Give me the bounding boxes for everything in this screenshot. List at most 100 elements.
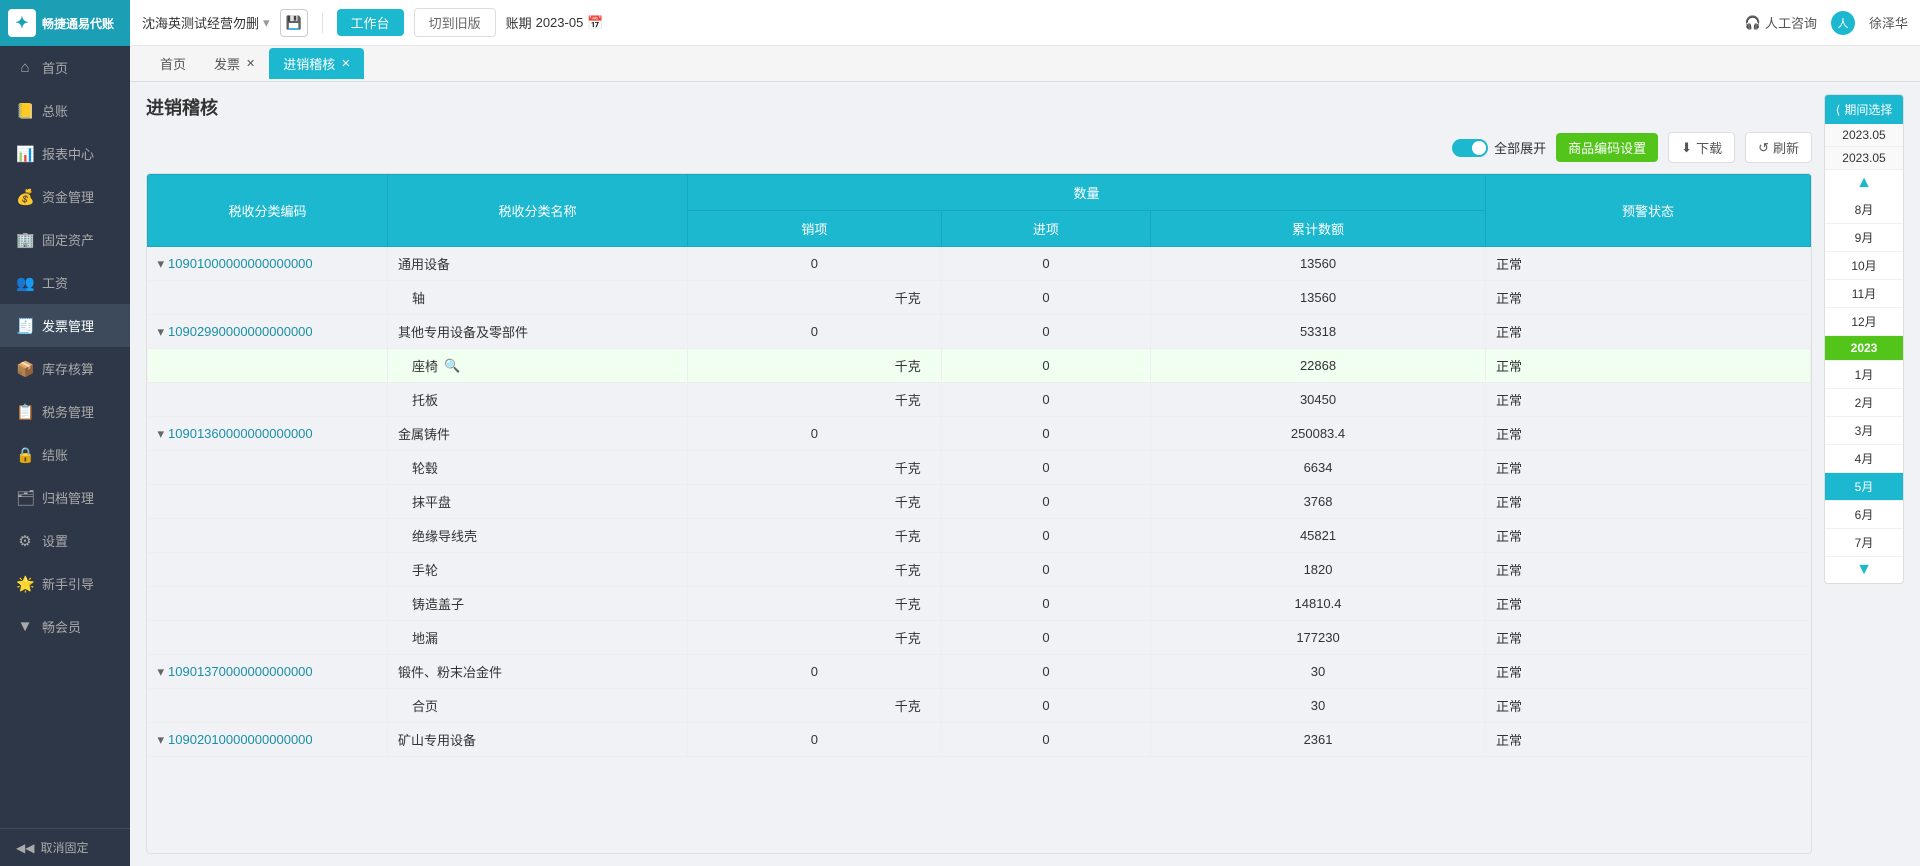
sidebar-item-tax[interactable]: 📋 税务管理 xyxy=(0,390,130,433)
period-month-11[interactable]: 11月 xyxy=(1825,280,1903,308)
sale-cell: 0 xyxy=(688,247,942,281)
period-month-8[interactable]: 8月 xyxy=(1825,196,1903,224)
tax-icon: 📋 xyxy=(16,403,34,421)
tax-code-cell xyxy=(148,689,388,723)
download-button[interactable]: ⬇ 下载 xyxy=(1668,132,1735,163)
status-cell: 正常 xyxy=(1485,383,1810,417)
expand-icon[interactable]: ▾ xyxy=(158,732,165,747)
period-month-2[interactable]: 2月 xyxy=(1825,389,1903,417)
col-header-purchase: 进项 xyxy=(941,211,1150,247)
sidebar: ✦ 畅捷通易代账 ⌂ 首页 📒 总账 📊 报表中心 💰 资金管理 🏢 固定资产 … xyxy=(0,0,130,866)
sidebar-item-archive[interactable]: 🗂 归档管理 xyxy=(0,476,130,519)
sidebar-item-member[interactable]: ▼ 畅会员 xyxy=(0,605,130,648)
sidebar-item-reports[interactable]: 📊 报表中心 xyxy=(0,132,130,175)
tab-reconcile[interactable]: 进销稽核 ✕ xyxy=(269,48,364,79)
expand-icon[interactable]: ▾ xyxy=(158,256,165,271)
period-month-6[interactable]: 6月 xyxy=(1825,501,1903,529)
expand-icon[interactable]: ▾ xyxy=(158,664,165,679)
total-cell: 53318 xyxy=(1151,315,1486,349)
tax-code-cell: ▾10902010000000000000 xyxy=(148,723,388,757)
topbar: 沈海英测试经营勿删 ▾ 💾 工作台 切到旧版 账期 2023-05 📅 🎧 人工… xyxy=(130,0,1920,46)
period-month-10[interactable]: 10月 xyxy=(1825,252,1903,280)
sidebar-item-ledger[interactable]: 📒 总账 xyxy=(0,89,130,132)
unpin-label: 取消固定 xyxy=(40,839,88,856)
desk-button[interactable]: 工作台 xyxy=(337,9,404,36)
sale-cell: 0 xyxy=(941,349,1150,383)
chevron-left-icon[interactable]: ⟨ xyxy=(1836,103,1841,117)
tax-name-cell: 铸造盖子 xyxy=(388,587,688,621)
user-avatar: 人 xyxy=(1831,11,1855,35)
total-cell: 30 xyxy=(1151,655,1486,689)
tax-name-cell: 合页 xyxy=(388,689,688,723)
tax-name-cell: 轴 xyxy=(388,281,688,315)
tax-name-cell: 绝缘导线壳 xyxy=(388,519,688,553)
tax-name-cell: 手轮 xyxy=(388,553,688,587)
tax-code-cell: ▾10902990000000000000 xyxy=(148,315,388,349)
settings-icon: ⚙ xyxy=(16,532,34,550)
period-month-3[interactable]: 3月 xyxy=(1825,417,1903,445)
tabbar: 首页 发票 ✕ 进销稽核 ✕ xyxy=(130,46,1920,82)
sidebar-item-guide[interactable]: 🌟 新手引导 xyxy=(0,562,130,605)
nav-arrow-down[interactable]: ▼ xyxy=(1825,557,1903,583)
total-cell: 2361 xyxy=(1151,723,1486,757)
period-value: 2023-05 xyxy=(536,15,584,30)
nav-arrow-up[interactable]: ▲ xyxy=(1825,170,1903,196)
period-display: 账期 2023-05 📅 xyxy=(506,13,604,32)
unit-display: 千克 xyxy=(688,349,942,383)
tax-code-cell xyxy=(148,587,388,621)
sidebar-item-inventory[interactable]: 📦 库存核算 xyxy=(0,347,130,390)
total-cell: 30450 xyxy=(1151,383,1486,417)
sidebar-footer-unpin[interactable]: ◀◀ 取消固定 xyxy=(0,828,130,866)
sale-cell: 0 xyxy=(941,383,1150,417)
app-title: 畅捷通易代账 xyxy=(42,15,114,32)
refresh-button[interactable]: ↺ 刷新 xyxy=(1745,132,1812,163)
total-cell: 22868 xyxy=(1151,349,1486,383)
tab-reconcile-close[interactable]: ✕ xyxy=(341,57,350,70)
ledger-icon: 📒 xyxy=(16,102,34,120)
period-month-9[interactable]: 9月 xyxy=(1825,224,1903,252)
tax-name-cell: 地漏 xyxy=(388,621,688,655)
save-button[interactable]: 💾 xyxy=(280,9,308,37)
sidebar-item-assets[interactable]: 🏢 固定资产 xyxy=(0,218,130,261)
unit-display: 千克 xyxy=(688,553,942,587)
period-month-7[interactable]: 7月 xyxy=(1825,529,1903,557)
period-year-2: 2023.05 xyxy=(1825,147,1903,170)
expand-icon[interactable]: ▾ xyxy=(158,426,165,441)
tab-invoice[interactable]: 发票 ✕ xyxy=(200,48,269,79)
sidebar-item-home[interactable]: ⌂ 首页 xyxy=(0,46,130,89)
table-row: 铸造盖子 千克 0 14810.4 正常 xyxy=(148,587,1811,621)
period-title-label: 期间选择 xyxy=(1844,101,1892,118)
period-label: 账期 xyxy=(506,13,532,32)
table-row: ▾10902990000000000000 其他专用设备及零部件 0 0 533… xyxy=(148,315,1811,349)
period-month-5[interactable]: 5月 xyxy=(1825,473,1903,501)
payroll-icon: 👥 xyxy=(16,274,34,292)
sidebar-label-tax: 税务管理 xyxy=(42,402,94,421)
col-header-sale: 销项 xyxy=(688,211,942,247)
period-month-1[interactable]: 1月 xyxy=(1825,361,1903,389)
sale-cell: 0 xyxy=(688,655,942,689)
search-icon[interactable]: 🔍 xyxy=(444,358,460,374)
sidebar-item-settings[interactable]: ⚙ 设置 xyxy=(0,519,130,562)
product-code-button[interactable]: 商品编码设置 xyxy=(1556,133,1658,162)
expand-toggle[interactable] xyxy=(1452,139,1488,157)
expand-icon[interactable]: ▾ xyxy=(158,324,165,339)
calendar-icon[interactable]: 📅 xyxy=(587,15,603,31)
old-version-button[interactable]: 切到旧版 xyxy=(414,8,496,37)
period-month-12[interactable]: 12月 xyxy=(1825,308,1903,336)
toggle-expand-label: 全部展开 xyxy=(1452,138,1546,157)
tab-home[interactable]: 首页 xyxy=(146,48,200,79)
sale-cell: 0 xyxy=(941,485,1150,519)
total-cell: 13560 xyxy=(1151,281,1486,315)
sale-cell: 0 xyxy=(941,621,1150,655)
tab-invoice-close[interactable]: ✕ xyxy=(246,57,255,70)
sale-cell: 0 xyxy=(688,723,942,757)
sidebar-item-payroll[interactable]: 👥 工资 xyxy=(0,261,130,304)
tab-reconcile-label: 进销稽核 xyxy=(283,54,335,73)
sidebar-item-invoice[interactable]: 🧾 发票管理 xyxy=(0,304,130,347)
company-selector[interactable]: 沈海英测试经营勿删 ▾ xyxy=(142,13,270,32)
sidebar-item-closing[interactable]: 🔒 结账 xyxy=(0,433,130,476)
sidebar-item-finance[interactable]: 💰 资金管理 xyxy=(0,175,130,218)
table-row: ▾10902010000000000000 矿山专用设备 0 0 2361 正常 xyxy=(148,723,1811,757)
period-month-4[interactable]: 4月 xyxy=(1825,445,1903,473)
help-link[interactable]: 🎧 人工咨询 xyxy=(1745,13,1817,32)
